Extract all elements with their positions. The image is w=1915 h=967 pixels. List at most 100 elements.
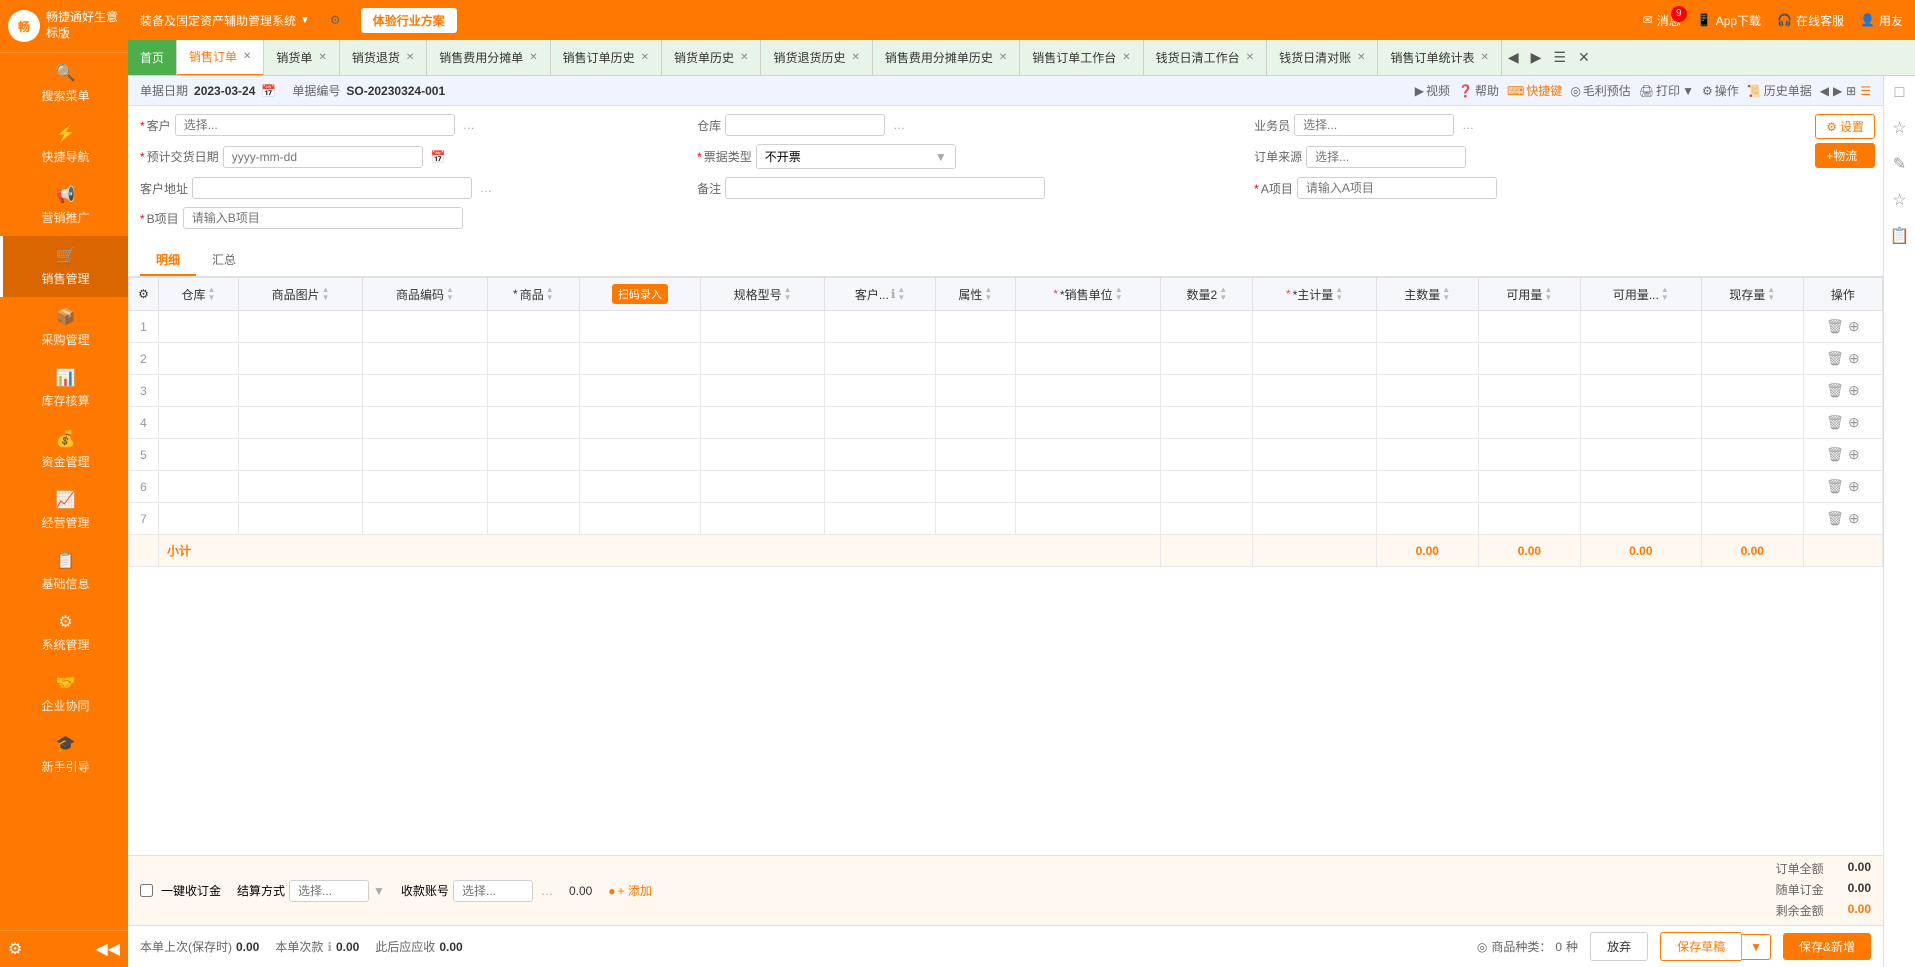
- row-6-customer-code[interactable]: [825, 471, 936, 503]
- th-stock[interactable]: 现存量 ▲▼: [1701, 278, 1803, 311]
- spec-sort[interactable]: ▲▼: [784, 286, 792, 302]
- row-2-customer-code[interactable]: [825, 343, 936, 375]
- th-avail-qty[interactable]: 可用量 ▲▼: [1478, 278, 1580, 311]
- attr-sort[interactable]: ▲▼: [984, 286, 992, 302]
- row-1-customer-code[interactable]: [825, 311, 936, 343]
- tab-menu-btn[interactable]: ☰: [1547, 40, 1572, 76]
- sidebar-item-operations[interactable]: 📈 经营管理: [0, 480, 128, 541]
- code-sort[interactable]: ▲▼: [446, 286, 454, 302]
- row-4-spec[interactable]: [700, 407, 824, 439]
- row-2-unit[interactable]: [1015, 343, 1161, 375]
- avail-qty-sort[interactable]: ▲▼: [1544, 286, 1552, 302]
- row-2-attr[interactable]: [935, 343, 1015, 375]
- row-3-delete-icon[interactable]: 🗑: [1826, 382, 1844, 399]
- row-4-stock[interactable]: [1701, 407, 1803, 439]
- warehouse-sort[interactable]: ▲▼: [207, 286, 215, 302]
- settings-gear-icon[interactable]: ⚙: [322, 13, 349, 27]
- row-4-main-qty[interactable]: [1376, 407, 1478, 439]
- account-input[interactable]: [453, 880, 533, 902]
- th-product[interactable]: * 商品 ▲▼: [487, 278, 579, 311]
- row-7-qty2[interactable]: [1161, 503, 1253, 535]
- row-1-copy-icon[interactable]: ⊕: [1848, 318, 1860, 335]
- system-title-arrow[interactable]: ▼: [300, 15, 310, 26]
- order-source-input[interactable]: [1306, 146, 1466, 168]
- main-qty-sort[interactable]: ▲▼: [1442, 286, 1450, 302]
- right-icon-2[interactable]: ☆: [1892, 118, 1906, 138]
- row-7-code[interactable]: [363, 503, 487, 535]
- row-2-stock[interactable]: [1701, 343, 1803, 375]
- tab-sales-slip[interactable]: 销货单 ✕: [264, 40, 339, 76]
- tab-home[interactable]: 首页: [128, 40, 177, 76]
- save-draft-arrow-button[interactable]: ▼: [1741, 934, 1771, 960]
- row-5-stock[interactable]: [1701, 439, 1803, 471]
- history-action[interactable]: 📜 历史单据: [1747, 82, 1812, 99]
- sidebar-item-base-info[interactable]: 📋 基础信息: [0, 541, 128, 602]
- row-5-main-unit[interactable]: [1253, 439, 1376, 471]
- row-7-main-unit[interactable]: [1253, 503, 1376, 535]
- operation-action[interactable]: ⚙ 操作: [1702, 82, 1739, 99]
- solution-button[interactable]: 体验行业方案: [361, 8, 457, 33]
- warehouse-more-icon[interactable]: …: [893, 118, 905, 132]
- tab-close-fee-split[interactable]: ✕: [529, 52, 537, 63]
- setting-button[interactable]: ⚙ 设置: [1815, 114, 1875, 139]
- row-1-product[interactable]: [487, 311, 579, 343]
- tab-sales-return[interactable]: 销货退货 ✕: [340, 40, 427, 76]
- row-5-avail-qty2[interactable]: [1580, 439, 1701, 471]
- user-item[interactable]: 👤 用友: [1860, 12, 1903, 29]
- row-3-avail-qty[interactable]: [1478, 375, 1580, 407]
- row-1-attr[interactable]: [935, 311, 1015, 343]
- row-2-code[interactable]: [363, 343, 487, 375]
- sidebar-item-search[interactable]: 🔍 搜索菜单: [0, 53, 128, 114]
- row-3-attr[interactable]: [935, 375, 1015, 407]
- row-3-image[interactable]: [238, 375, 362, 407]
- row-6-qty2[interactable]: [1161, 471, 1253, 503]
- th-main-unit[interactable]: **主计量 ▲▼: [1253, 278, 1376, 311]
- unit-sort[interactable]: ▲▼: [1115, 286, 1123, 302]
- row-3-avail-qty2[interactable]: [1580, 375, 1701, 407]
- tab-close-return-history[interactable]: ✕: [851, 52, 859, 63]
- customer-input[interactable]: [175, 114, 455, 136]
- row-7-unit[interactable]: [1015, 503, 1161, 535]
- sidebar-item-system[interactable]: ⚙ 系统管理: [0, 602, 128, 663]
- online-service-item[interactable]: 🎧 在线客服: [1777, 12, 1844, 29]
- sidebar-item-purchase[interactable]: 📦 采购管理: [0, 297, 128, 358]
- right-icon-5[interactable]: 📋: [1890, 226, 1910, 246]
- row-6-image[interactable]: [238, 471, 362, 503]
- sidebar-item-inventory[interactable]: 📊 库存核算: [0, 358, 128, 419]
- tab-close-sales-return[interactable]: ✕: [406, 52, 414, 63]
- row-6-main-qty[interactable]: [1376, 471, 1478, 503]
- row-1-spec[interactable]: [700, 311, 824, 343]
- row-7-scan[interactable]: [579, 503, 700, 535]
- right-icon-4[interactable]: ☆: [1892, 190, 1906, 210]
- tab-return-history[interactable]: 销货退货历史 ✕: [761, 40, 872, 76]
- row-2-qty2[interactable]: [1161, 343, 1253, 375]
- row-3-code[interactable]: [363, 375, 487, 407]
- row-3-scan[interactable]: [579, 375, 700, 407]
- one-click-label[interactable]: 一键收订金: [140, 882, 221, 899]
- th-unit[interactable]: **销售单位 ▲▼: [1015, 278, 1161, 311]
- th-attr[interactable]: 属性 ▲▼: [935, 278, 1015, 311]
- row-6-main-unit[interactable]: [1253, 471, 1376, 503]
- row-7-stock[interactable]: [1701, 503, 1803, 535]
- row-3-warehouse[interactable]: [159, 375, 239, 407]
- tab-sales-workbench[interactable]: 销售订单工作台 ✕: [1020, 40, 1143, 76]
- tab-close-all-btn[interactable]: ✕: [1572, 40, 1596, 76]
- tab-sales-order-history[interactable]: 销售订单历史 ✕: [551, 40, 662, 76]
- row-6-avail-qty2[interactable]: [1580, 471, 1701, 503]
- th-spec[interactable]: 规格型号 ▲▼: [700, 278, 824, 311]
- row-6-warehouse[interactable]: [159, 471, 239, 503]
- row-5-qty2[interactable]: [1161, 439, 1253, 471]
- payment-input[interactable]: [289, 880, 369, 902]
- tab-close-slip-history[interactable]: ✕: [740, 52, 748, 63]
- sidebar-item-guide[interactable]: 🎓 新手引导: [0, 724, 128, 785]
- help-action[interactable]: ❓ 帮助: [1458, 82, 1499, 99]
- row-2-copy-icon[interactable]: ⊕: [1848, 350, 1860, 367]
- row-6-product[interactable]: [487, 471, 579, 503]
- qty2-sort[interactable]: ▲▼: [1219, 286, 1227, 302]
- tab-fee-split-history[interactable]: 销售费用分摊单历史 ✕: [873, 40, 1020, 76]
- list-view-icon[interactable]: ☰: [1860, 84, 1871, 98]
- row-4-qty2[interactable]: [1161, 407, 1253, 439]
- stock-sort[interactable]: ▲▼: [1767, 286, 1775, 302]
- row-6-copy-icon[interactable]: ⊕: [1848, 478, 1860, 495]
- tab-close-sales-slip[interactable]: ✕: [318, 52, 326, 63]
